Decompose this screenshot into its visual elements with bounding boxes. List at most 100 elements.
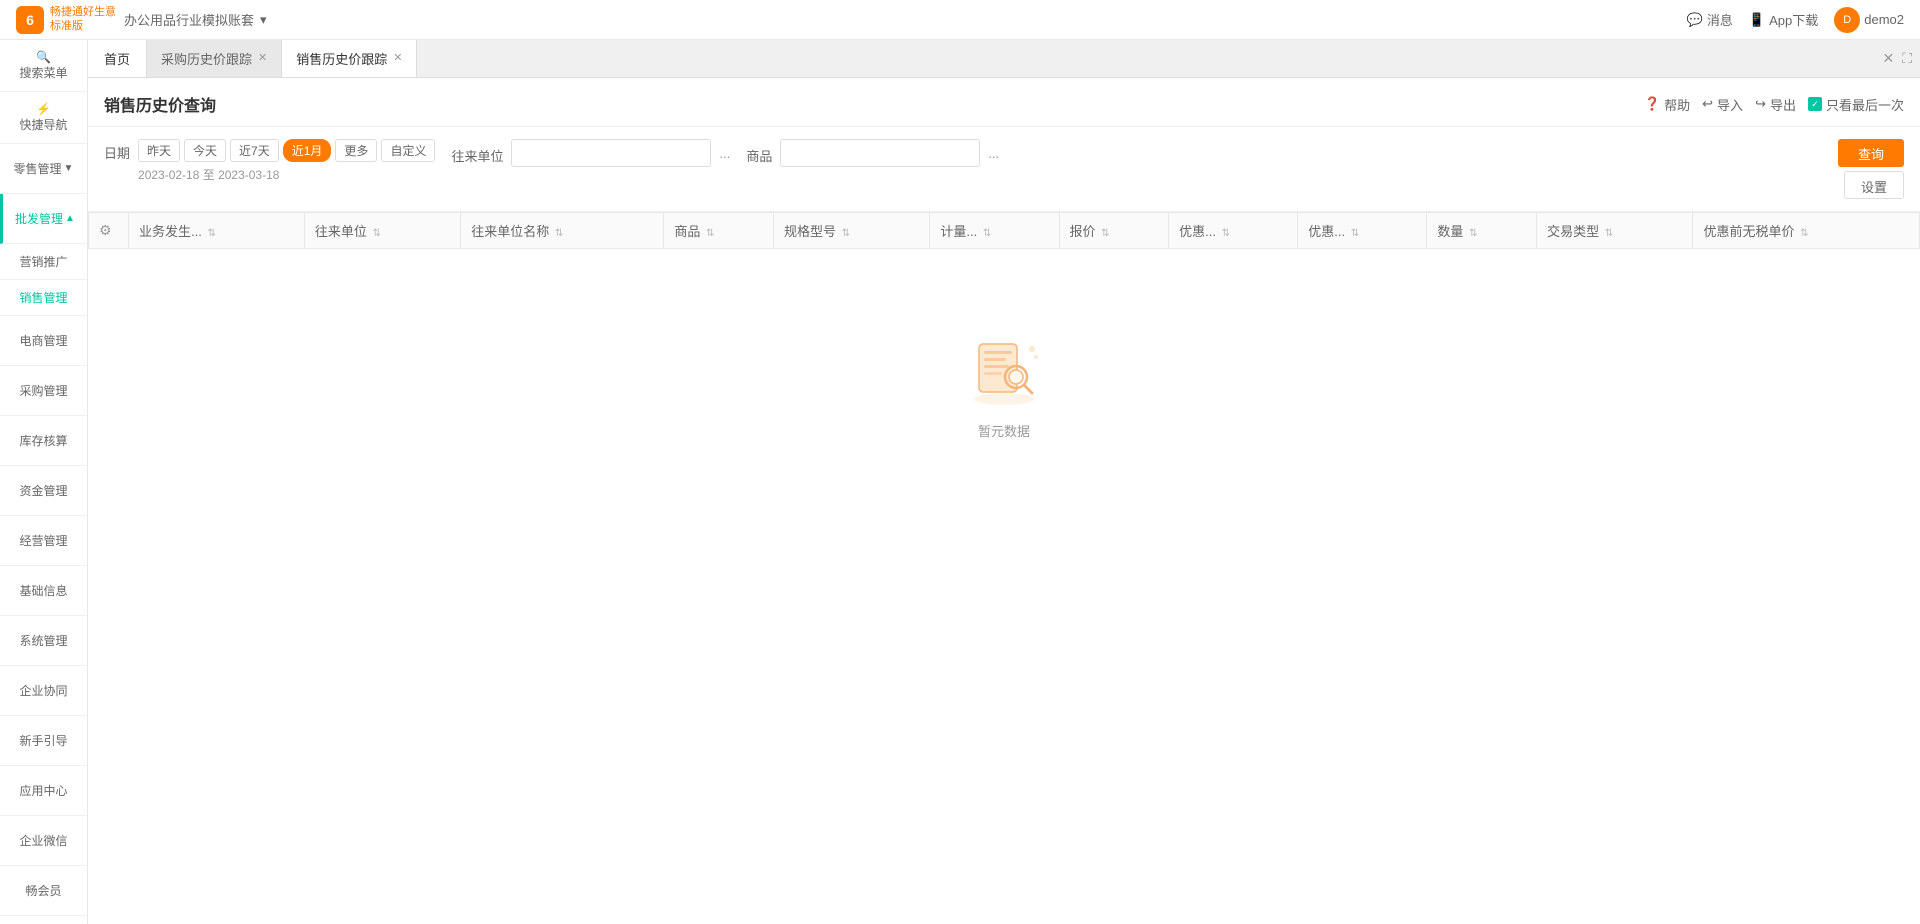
page-title: 销售历史价查询 [104, 92, 216, 116]
partner-filter-dots[interactable]: ... [719, 146, 730, 161]
sort-icon-quantity: ⇅ [1469, 228, 1477, 239]
content-area: 首页 采购历史价跟踪 ✕ 销售历史价跟踪 ✕ ✕ ⛶ 销售历史价查询 [88, 40, 1920, 924]
help-btn[interactable]: ❓ 帮助 [1644, 95, 1690, 114]
table-th-quote[interactable]: 报价 ⇅ [1059, 213, 1169, 249]
date-btn-yesterday[interactable]: 昨天 [138, 139, 180, 162]
avatar: D [1834, 7, 1860, 33]
table-container: ⚙ 业务发生... ⇅ 往来单位 ⇅ 往来单位名称 [88, 212, 1920, 520]
table-th-biz-date[interactable]: 业务发生... ⇅ [129, 213, 305, 249]
product-filter-field: 商品 ... [746, 139, 999, 167]
sidebar-item-app-center[interactable]: 应用中心 [0, 766, 87, 816]
page-content: 销售历史价查询 ❓ 帮助 ↩ 导入 ↪ 导出 ✓ [88, 78, 1920, 924]
tab-sales-history[interactable]: 销售历史价跟踪 ✕ [282, 40, 417, 77]
logo-icon: 6 [16, 6, 44, 34]
table-th-quantity[interactable]: 数量 ⇅ [1427, 213, 1537, 249]
sort-icon-quote: ⇅ [1101, 228, 1109, 239]
table-th-unit[interactable]: 计量... ⇅ [930, 213, 1059, 249]
sidebar-item-finance[interactable]: 资金管理 [0, 466, 87, 516]
sidebar-item-basic-info[interactable]: 基础信息 [0, 566, 87, 616]
sidebar-item-enterprise-coop[interactable]: 企业协同 [0, 666, 87, 716]
sidebar-item-wholesale-mgmt[interactable]: 批发管理 ▲ [0, 194, 87, 244]
chevron-up-icon: ▲ [65, 213, 75, 224]
download-icon: 📱 [1749, 12, 1765, 28]
gear-icon[interactable]: ⚙ [99, 222, 112, 238]
logo-area: 6 畅捷通好生意 标准版 [16, 6, 116, 34]
sidebar-item-sales-mgmt[interactable]: 销售管理 [0, 280, 87, 316]
date-btn-last7days[interactable]: 近7天 [230, 139, 279, 162]
app-selector[interactable]: 办公用品行业模拟账套 ▾ [124, 10, 267, 29]
table-th-partner-code[interactable]: 往来单位 ⇅ [304, 213, 460, 249]
only-last-checkbox-group[interactable]: ✓ 只看最后一次 [1808, 95, 1904, 114]
partner-filter-field: 往来单位 ... [451, 139, 730, 167]
page-header-actions: ❓ 帮助 ↩ 导入 ↪ 导出 ✓ 只看最后一次 [1644, 95, 1904, 114]
chevron-down-icon: ▼ [64, 163, 74, 174]
sidebar-item-ecommerce[interactable]: 电商管理 [0, 316, 87, 366]
table-th-spec[interactable]: 规格型号 ⇅ [774, 213, 930, 249]
table-th-partner-name[interactable]: 往来单位名称 ⇅ [461, 213, 664, 249]
date-btn-more[interactable]: 更多 [335, 139, 377, 162]
user-menu[interactable]: D demo2 [1834, 7, 1904, 33]
empty-state: 暂元数据 [88, 249, 1920, 520]
product-filter-dots[interactable]: ... [988, 146, 999, 161]
table-header: ⚙ 业务发生... ⇅ 往来单位 ⇅ 往来单位名称 [89, 213, 1920, 249]
table-th-discount2[interactable]: 优惠... ⇅ [1298, 213, 1427, 249]
query-button[interactable]: 查询 [1838, 139, 1904, 167]
main-layout: 🔍 搜索菜单 ⚡ 快捷导航 零售管理 ▼ 批发管理 ▲ 营销推广 销售管理 电商… [0, 40, 1920, 924]
logo-text: 畅捷通好生意 标准版 [50, 6, 116, 32]
date-filter-controls: 昨天 今天 近7天 近1月 更多 自定义 2023-02-18 至 2023-0… [138, 139, 435, 183]
date-filter-group: 日期 昨天 今天 近7天 近1月 更多 自定义 2023-02-18 至 202… [104, 139, 435, 183]
sort-icon-partner-name: ⇅ [555, 228, 563, 239]
table-th-trade-type[interactable]: 交易类型 ⇅ [1537, 213, 1693, 249]
sort-icon-trade-type: ⇅ [1605, 228, 1613, 239]
sidebar-item-beginner[interactable]: 新手引导 [0, 716, 87, 766]
export-btn[interactable]: ↪ 导出 [1755, 95, 1796, 114]
sidebar-item-inventory[interactable]: 库存核算 [0, 416, 87, 466]
sidebar-item-purchase[interactable]: 采购管理 [0, 366, 87, 416]
empty-icon-svg [954, 329, 1054, 409]
tab-sales-history-close[interactable]: ✕ [393, 53, 402, 64]
tab-bar-actions: ✕ ⛶ [1882, 50, 1920, 67]
page-header: 销售历史价查询 ❓ 帮助 ↩ 导入 ↪ 导出 ✓ [88, 78, 1920, 127]
import-btn[interactable]: ↩ 导入 [1702, 95, 1743, 114]
settings-button[interactable]: 设置 [1844, 171, 1904, 199]
app-download-btn[interactable]: 📱 App下载 [1749, 10, 1818, 29]
data-table: ⚙ 业务发生... ⇅ 往来单位 ⇅ 往来单位名称 [88, 212, 1920, 249]
table-th-settings: ⚙ [89, 213, 129, 249]
sidebar-item-retail-mgmt[interactable]: 零售管理 ▼ [0, 144, 87, 194]
sort-icon-spec: ⇅ [842, 228, 850, 239]
partner-filter-input[interactable] [511, 139, 711, 167]
message-btn[interactable]: 💬 消息 [1687, 10, 1733, 29]
tab-close-all-icon[interactable]: ✕ [1882, 50, 1894, 67]
export-icon: ↪ [1755, 96, 1766, 112]
sidebar-item-operations[interactable]: 经营管理 [0, 516, 87, 566]
product-filter-input[interactable] [780, 139, 980, 167]
date-btn-last1month[interactable]: 近1月 [283, 139, 332, 162]
sidebar-item-quick-nav[interactable]: ⚡ 快捷导航 [0, 92, 87, 144]
date-filter-label: 日期 [104, 139, 130, 162]
sidebar-item-search-menu[interactable]: 🔍 搜索菜单 [0, 40, 87, 92]
table-th-product[interactable]: 商品 ⇅ [664, 213, 774, 249]
sidebar-item-system-mgmt[interactable]: 系统管理 [0, 616, 87, 666]
sidebar-item-enterprise-wechat[interactable]: 企业微信 [0, 816, 87, 866]
dropdown-icon: ▾ [260, 12, 267, 28]
tab-purchase-history[interactable]: 采购历史价跟踪 ✕ [147, 40, 282, 77]
import-icon: ↩ [1702, 96, 1713, 112]
quicknav-icon: ⚡ [36, 102, 51, 116]
tab-purchase-history-close[interactable]: ✕ [258, 53, 267, 64]
date-btn-custom[interactable]: 自定义 [381, 139, 435, 162]
tab-home[interactable]: 首页 [88, 40, 147, 77]
sidebar-item-marketing[interactable]: 营销推广 [0, 244, 87, 280]
only-last-checkbox[interactable]: ✓ [1808, 97, 1822, 111]
sidebar-item-members[interactable]: 畅会员 [0, 866, 87, 916]
tab-fullscreen-icon[interactable]: ⛶ [1902, 50, 1912, 67]
message-icon: 💬 [1687, 12, 1703, 28]
empty-text: 暂元数据 [978, 421, 1030, 440]
date-btn-today[interactable]: 今天 [184, 139, 226, 162]
sort-icon-partner-code: ⇅ [372, 228, 380, 239]
date-buttons: 昨天 今天 近7天 近1月 更多 自定义 [138, 139, 435, 162]
table-th-price-no-tax[interactable]: 优惠前无税单价 ⇅ [1693, 213, 1920, 249]
help-icon: ❓ [1644, 96, 1660, 112]
table-th-discount1[interactable]: 优惠... ⇅ [1169, 213, 1298, 249]
filter-action-btns: 查询 设置 [1838, 139, 1904, 199]
top-bar: 6 畅捷通好生意 标准版 办公用品行业模拟账套 ▾ 💬 消息 📱 App下载 D… [0, 0, 1920, 40]
